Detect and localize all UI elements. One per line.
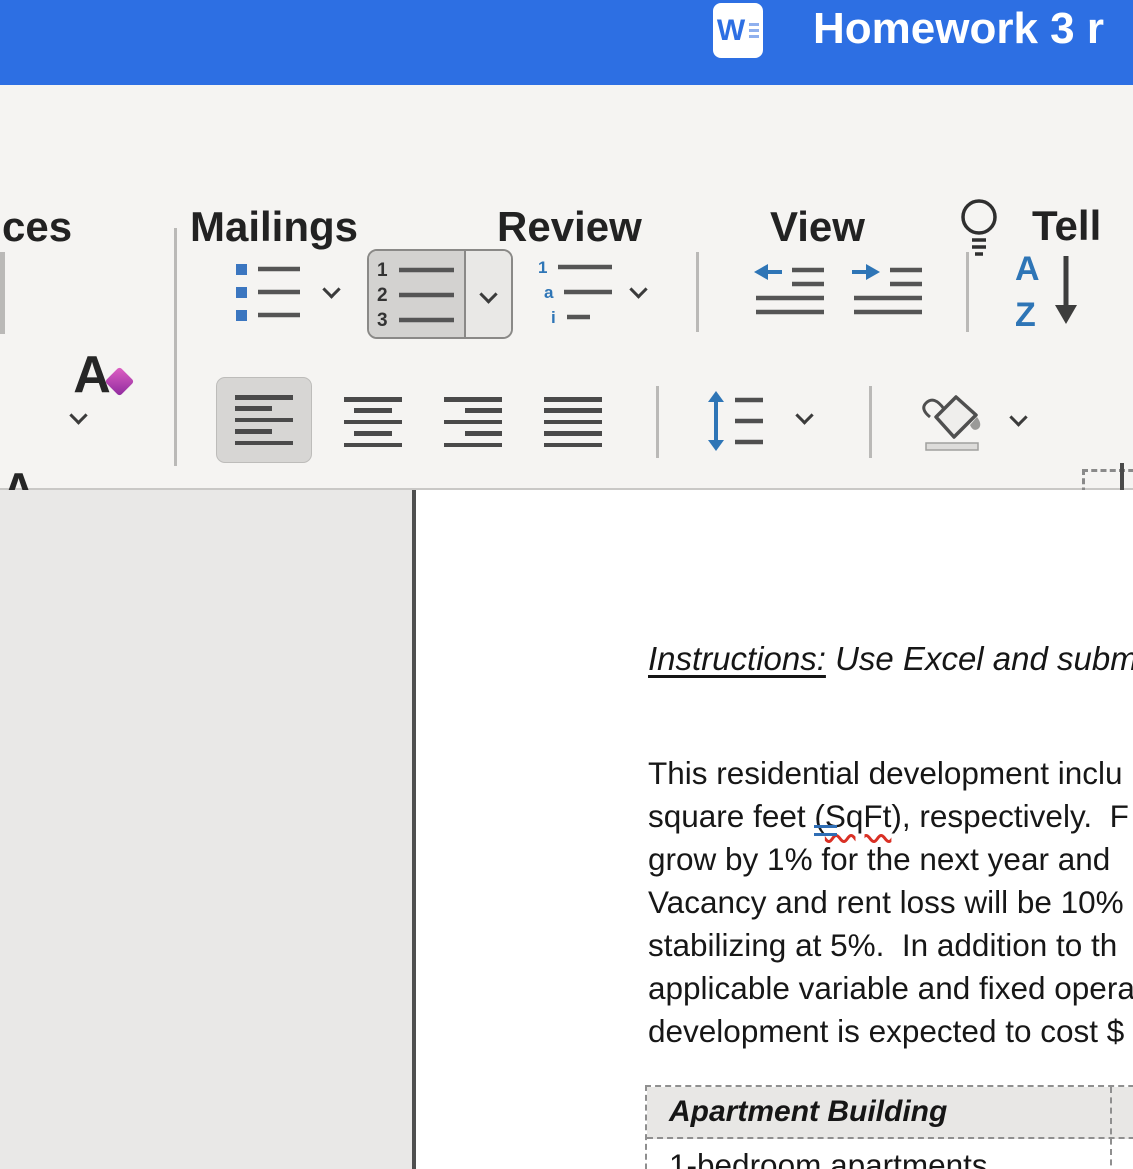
svg-text:2: 2 [377,285,388,306]
instructions-text: Use Excel and submit [825,640,1133,677]
document-lines-glyph [749,23,760,38]
numbered-list-icon: 1 2 3 [377,260,454,329]
table-column-divider [1110,1087,1112,1169]
group-divider [656,386,659,458]
clear-formatting-letter: A [73,346,111,404]
increase-indent-button[interactable] [848,260,928,322]
group-divider [966,252,969,332]
paragraph-line[interactable]: applicable variable and fixed opera [648,967,1133,1010]
align-center-icon [344,397,402,447]
bullet-list-button[interactable] [232,258,306,328]
sort-az-icon: A Z [1015,250,1077,334]
body-paragraph: This residential development inclu squar… [648,752,1133,1053]
svg-text:1: 1 [377,260,388,281]
paragraph-line[interactable]: development is expected to cost $ [648,1010,1133,1053]
align-left-icon [235,395,293,445]
font-color-dropdown[interactable] [69,406,96,433]
bullet-list-icon [236,264,300,321]
line-spacing-icon [708,391,763,451]
tell-me-label: Tell [1032,202,1102,249]
chevron-down-icon [629,280,648,299]
table-header-cell[interactable]: Apartment Building [647,1087,1133,1139]
align-right-button[interactable] [438,394,508,450]
window-titlebar: W Homework 3 r [0,0,1133,85]
ribbon: ces Mailings Review View Tell A 1 2 3 1 … [0,85,1133,555]
paragraph-line[interactable]: Vacancy and rent loss will be 10% [648,881,1133,924]
document-canvas: Instructions: Use Excel and submit This … [0,490,1133,1169]
chevron-down-icon [795,406,814,425]
tab-mailings[interactable]: Mailings [190,203,358,251]
group-divider [869,386,872,458]
clear-formatting-button[interactable]: A [50,335,135,415]
svg-text:Z: Z [1015,296,1036,334]
word-logo-letter: W [716,13,746,47]
tab-view[interactable]: View [770,203,865,251]
grammar-mark-icon [814,825,837,836]
window-title: Homework 3 r [813,4,1104,53]
apartment-table: Apartment Building 1-bedroom apartments [645,1085,1133,1169]
paragraph-line[interactable]: This residential development inclu [648,752,1133,795]
line-spacing-button[interactable] [702,387,770,455]
shading-button[interactable] [912,385,992,453]
sort-button[interactable]: A Z [1012,245,1084,337]
svg-text:a: a [544,283,554,302]
decrease-indent-button[interactable] [750,260,830,322]
numbered-list-dropdown[interactable] [464,251,511,337]
line-spacing-dropdown[interactable] [795,406,822,433]
svg-text:3: 3 [377,310,388,329]
chevron-down-icon [1009,408,1028,427]
tab-review[interactable]: Review [497,203,642,251]
decrease-indent-icon [754,264,824,315]
table-row-cell[interactable]: 1-bedroom apartments [647,1139,1133,1169]
svg-text:A: A [1015,250,1040,288]
lightbulb-icon [961,199,997,256]
multilevel-list-dropdown[interactable] [629,280,656,307]
svg-text:1: 1 [538,258,547,277]
chevron-down-icon [69,406,88,425]
multilevel-list-button[interactable]: 1 a i [534,255,622,327]
word-document-icon: W [713,3,763,58]
align-right-icon [444,397,502,447]
paragraph-line[interactable]: square feet (SqFt), respectively. F [648,795,1133,838]
numbered-list-split-button: 1 2 3 [367,249,513,339]
align-left-button[interactable] [216,377,312,463]
justify-icon [544,397,602,447]
group-divider [0,252,5,334]
instructions-heading: Instructions: [648,640,826,677]
bullet-list-dropdown[interactable] [322,280,349,307]
group-divider [174,228,177,466]
tab-references-partial[interactable]: ces [2,203,72,251]
chevron-down-icon [479,284,498,304]
group-divider [696,252,699,332]
increase-indent-icon [852,264,922,315]
paragraph-line[interactable]: stabilizing at 5%. In addition to th [648,924,1133,967]
multilevel-list-icon: 1 a i [538,258,612,325]
svg-text:i: i [551,308,556,325]
justify-button[interactable] [538,394,608,450]
shading-dropdown[interactable] [1009,408,1036,435]
numbered-list-button[interactable]: 1 2 3 [369,251,464,337]
document-page[interactable]: Instructions: Use Excel and submit This … [416,490,1133,1169]
chevron-down-icon [322,280,341,299]
paragraph-line[interactable]: grow by 1% for the next year and [648,838,1133,881]
align-center-button[interactable] [338,394,408,450]
instructions-line[interactable]: Instructions: Use Excel and submit [648,640,1133,678]
paint-bucket-icon [922,395,981,451]
